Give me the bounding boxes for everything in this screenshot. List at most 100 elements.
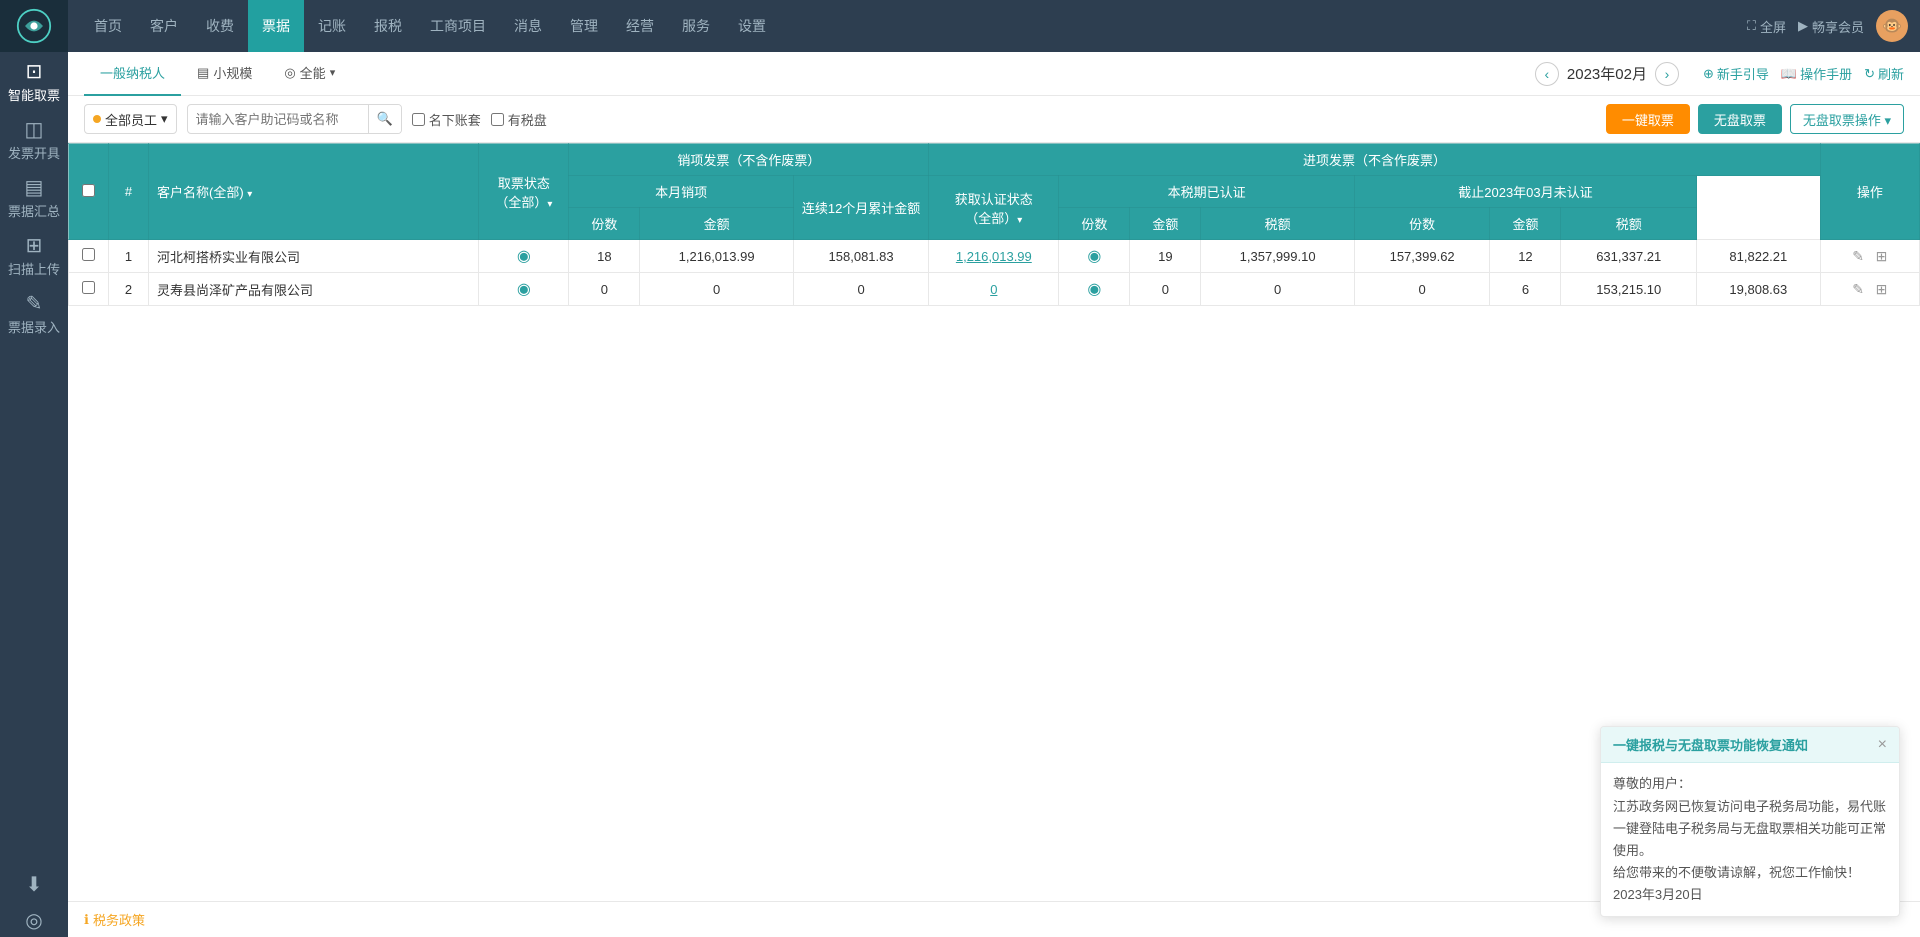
refresh-link[interactable]: ↻ 刷新 [1864, 64, 1904, 83]
manual-link[interactable]: 📖 操作手册 [1781, 64, 1852, 83]
tab-small-scale[interactable]: ▤ 小规模 [181, 52, 268, 96]
sidebar-item-data-entry[interactable]: ✎ 票据录入 [0, 284, 68, 342]
th-until-march-unverified: 截止2023年03月未认证 [1354, 176, 1696, 208]
search-box: 🔍 [187, 104, 402, 134]
row-unverified-tax: 81,822.21 [1697, 240, 1821, 273]
invoice-summary-icon: ▤ [25, 178, 44, 198]
edit-icon[interactable]: ✎ [1848, 279, 1868, 299]
nav-tax[interactable]: 报税 [360, 0, 416, 52]
verify-status-icon: ◉ [1087, 248, 1101, 265]
edit-icon[interactable]: ✎ [1848, 246, 1868, 266]
th-sales-count: 份数 [569, 208, 640, 240]
th-unverified-tax: 税额 [1561, 208, 1697, 240]
row-fetch-status: ◉ [479, 273, 569, 306]
one-click-fetch-btn[interactable]: 一键取票 [1606, 104, 1690, 134]
notification-triangle [1835, 727, 1859, 743]
nav-operation[interactable]: 经营 [612, 0, 668, 52]
sidebar-item-download[interactable]: ⬇ [0, 865, 68, 901]
tax-disk-checkbox-label[interactable]: 有税盘 [491, 110, 547, 129]
no-disk-fetch-btn[interactable]: 无盘取票 [1698, 104, 1782, 134]
row-customer-name: 河北柯搭桥实业有限公司 [149, 240, 479, 273]
row-verified-tax: 0 [1354, 273, 1490, 306]
nav-business[interactable]: 工商项目 [416, 0, 500, 52]
app-logo [0, 0, 68, 52]
under-account-checkbox[interactable] [412, 113, 425, 126]
nav-customer[interactable]: 客户 [136, 0, 192, 52]
th-unverified-count: 份数 [1354, 208, 1490, 240]
next-month-btn[interactable]: › [1655, 62, 1679, 86]
notification-body-line: 给您带来的不便敬请谅解，祝您工作愉快！ [1613, 862, 1887, 884]
row-checkbox[interactable] [82, 281, 95, 294]
month-navigator: ‹ 2023年02月 › [1535, 62, 1679, 86]
small-scale-icon: ▤ [197, 65, 209, 81]
row-customer-name: 灵寿县尚泽矿产品有限公司 [149, 273, 479, 306]
issue-invoice-icon: ◫ [25, 120, 44, 140]
tax-disk-checkbox[interactable] [491, 113, 504, 126]
row-unverified-count: 12 [1490, 240, 1561, 273]
download-icon: ⬇ [26, 875, 43, 895]
select-all-checkbox[interactable] [82, 184, 95, 197]
detail-icon[interactable]: ⊞ [1872, 246, 1892, 266]
sidebar-item-issue-invoice[interactable]: ◫ 发票开具 [0, 110, 68, 168]
cumulative-link[interactable]: 0 [990, 282, 997, 297]
nav-message[interactable]: 消息 [500, 0, 556, 52]
settings-circle-icon: ◎ [25, 911, 42, 931]
row-verified-amount: 0 [1201, 273, 1354, 306]
fullscreen-btn[interactable]: ⛶ 全屏 [1747, 17, 1786, 36]
sidebar-item-smart-fetch[interactable]: ⊡ 智能取票 [0, 52, 68, 110]
nav-service[interactable]: 服务 [668, 0, 724, 52]
nav-management[interactable]: 管理 [556, 0, 612, 52]
tab-general-taxpayer[interactable]: 一般纳税人 [84, 52, 181, 96]
row-verified-amount: 1,357,999.10 [1201, 240, 1354, 273]
th-customer-name: 客户名称(全部) ▾ [149, 144, 479, 240]
sidebar-item-invoice-summary[interactable]: ▤ 票据汇总 [0, 168, 68, 226]
toolbar: 全部员工 ▾ 🔍 名下账套 有税盘 一键取票 无盘取票 无 [68, 96, 1920, 143]
row-checkbox[interactable] [82, 248, 95, 261]
top-navbar: 首页 客户 收费 票据 记账 报税 工商项目 消息 管理 经营 服务 设置 ⛶ … [68, 0, 1920, 52]
row-no: 1 [109, 240, 149, 273]
no-disk-ops-btn[interactable]: 无盘取票操作 ▾ [1790, 104, 1904, 134]
nav-settings[interactable]: 设置 [724, 0, 780, 52]
new-guide-link[interactable]: ⊕ 新手引导 [1703, 64, 1769, 83]
member-btn[interactable]: ▶ 畅享会员 [1798, 17, 1864, 36]
notification-close-btn[interactable]: × [1878, 736, 1887, 754]
employee-dot [93, 115, 101, 123]
row-checkbox-cell [69, 240, 109, 273]
row-fetch-status: ◉ [479, 240, 569, 273]
tax-policy-link[interactable]: ℹ 税务政策 [84, 910, 145, 929]
employee-select[interactable]: 全部员工 ▾ [84, 104, 177, 134]
prev-month-btn[interactable]: ‹ [1535, 62, 1559, 86]
all-icon: ◎ [284, 65, 295, 81]
scan-upload-icon: ⊞ [26, 236, 43, 256]
row-verified-tax: 157,399.62 [1354, 240, 1490, 273]
fetch-status-icon: ◉ [517, 281, 531, 298]
detail-icon[interactable]: ⊞ [1872, 279, 1892, 299]
tab-all[interactable]: ◎ 全能 ▾ [268, 52, 351, 96]
search-input[interactable] [188, 112, 368, 127]
row-cumulative-12m: 1,216,013.99 [929, 240, 1059, 273]
th-verified-tax: 税额 [1201, 208, 1354, 240]
sidebar: ⊡ 智能取票 ◫ 发票开具 ▤ 票据汇总 ⊞ 扫描上传 ✎ 票据录入 ⬇ ◎ [0, 0, 68, 937]
th-purchase-invoice-group: 进项发票（不含作废票） [929, 144, 1820, 176]
nav-invoice[interactable]: 票据 [248, 0, 304, 52]
nav-collection[interactable]: 收费 [192, 0, 248, 52]
row-sales-amount: 1,216,013.99 [640, 240, 793, 273]
cumulative-link[interactable]: 1,216,013.99 [956, 249, 1032, 264]
search-icon: 🔍 [377, 111, 393, 127]
th-actions: 操作 [1820, 144, 1919, 240]
nav-home[interactable]: 首页 [80, 0, 136, 52]
row-unverified-amount: 153,215.10 [1561, 273, 1697, 306]
new-guide-icon: ⊕ [1703, 66, 1714, 82]
th-checkbox [69, 144, 109, 240]
under-account-checkbox-label[interactable]: 名下账套 [412, 110, 481, 129]
user-avatar[interactable]: 🐵 [1876, 10, 1908, 42]
row-sales-count: 18 [569, 240, 640, 273]
search-btn[interactable]: 🔍 [368, 105, 401, 133]
th-current-period-verified: 本税期已认证 [1059, 176, 1355, 208]
nav-accounting[interactable]: 记账 [304, 0, 360, 52]
verify-status-icon: ◉ [1087, 281, 1101, 298]
sidebar-item-scan-upload[interactable]: ⊞ 扫描上传 [0, 226, 68, 284]
sidebar-item-settings[interactable]: ◎ [0, 901, 68, 937]
manual-icon: 📖 [1781, 66, 1797, 82]
th-verified-count: 份数 [1059, 208, 1130, 240]
